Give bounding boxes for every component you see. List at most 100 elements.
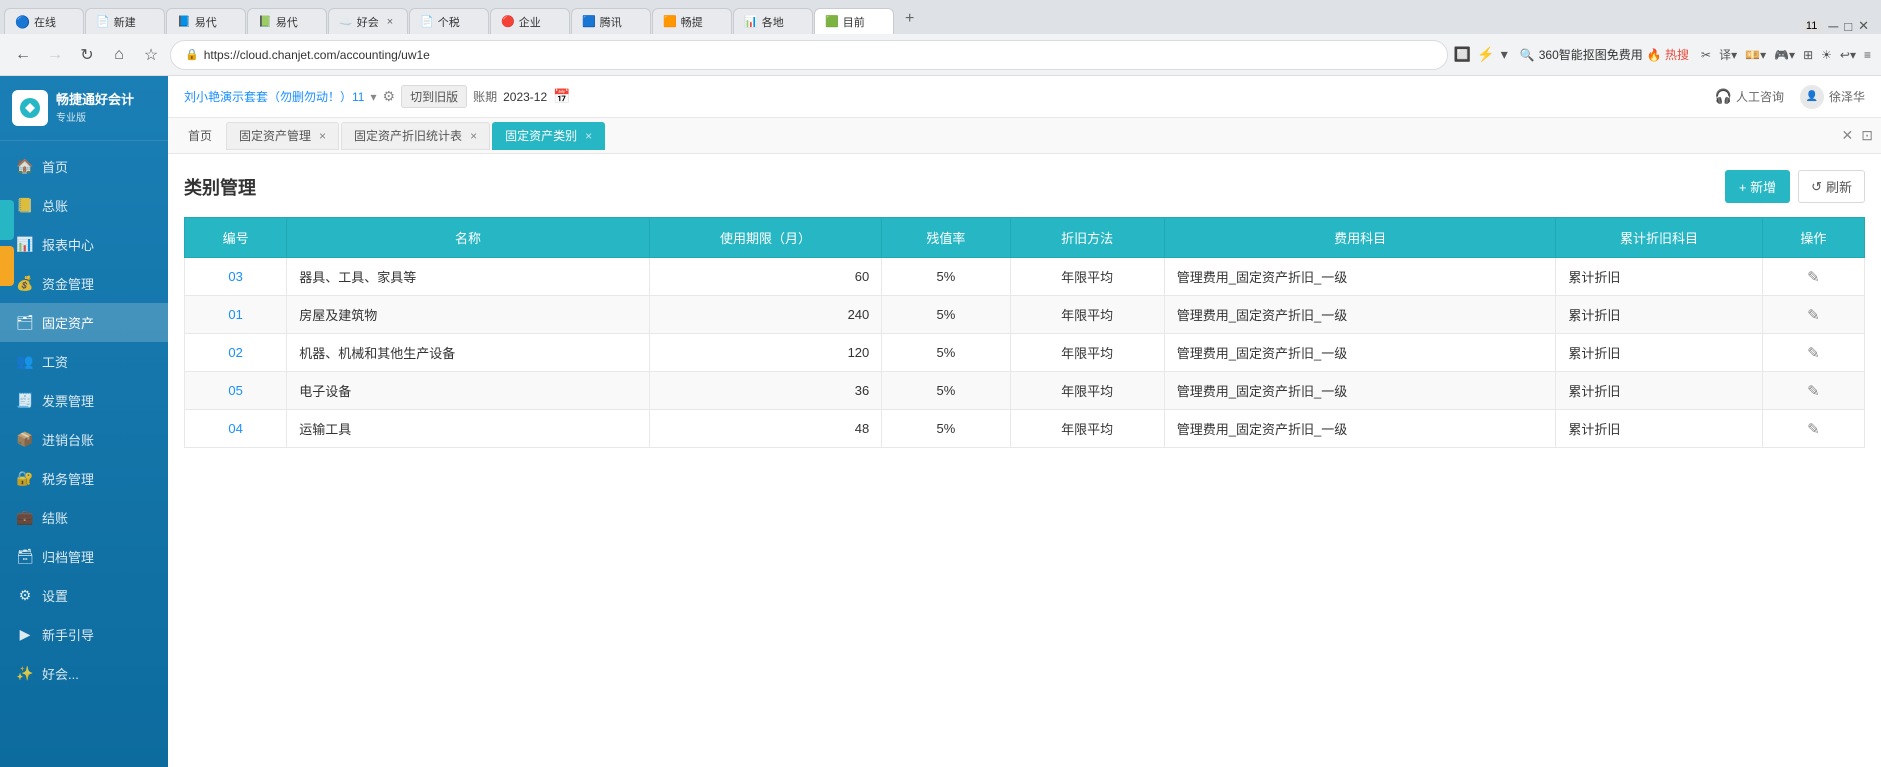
sidebar-item-payroll[interactable]: 👥 工资 — [0, 342, 168, 381]
category-table: 编号 名称 使用期限（月） 残值率 折旧方法 费用科目 累计折旧科目 操作 03… — [184, 217, 1865, 448]
cell-code[interactable]: 04 — [185, 410, 287, 448]
sidebar-item-tax[interactable]: 🔐 税务管理 — [0, 459, 168, 498]
cell-code[interactable]: 03 — [185, 258, 287, 296]
account-name[interactable]: 刘小艳演示套套（勿删勿动！）11 — [184, 88, 364, 105]
sidebar-item-ledger[interactable]: 📒 总账 — [0, 186, 168, 225]
cell-code[interactable]: 02 — [185, 334, 287, 372]
tax-icon: 🔐 — [16, 470, 34, 488]
browser-tab-6[interactable]: 📄 个税 — [409, 8, 489, 34]
cell-residual: 5% — [882, 372, 1010, 410]
col-name: 名称 — [287, 218, 650, 258]
edge-btn-1[interactable] — [0, 200, 14, 240]
tab-close-assets-mgmt[interactable]: × — [319, 129, 326, 143]
cell-code[interactable]: 01 — [185, 296, 287, 334]
extensions-icon[interactable]: ⚡ — [1477, 46, 1494, 63]
back-button[interactable]: ← — [10, 42, 36, 68]
url-bar[interactable]: 🔒 https://cloud.chanjet.com/accounting/u… — [170, 40, 1448, 70]
sun-icon[interactable]: ☀ — [1821, 48, 1832, 62]
sidebar-item-more[interactable]: ✨ 好会... — [0, 654, 168, 693]
undo-icon[interactable]: ↩▾ — [1840, 48, 1856, 62]
browser-tab-9[interactable]: 🟧 畅提 — [652, 8, 732, 34]
sidebar-item-reports[interactable]: 📊 报表中心 — [0, 225, 168, 264]
sidebar-item-inventory[interactable]: 📦 进销台账 — [0, 420, 168, 459]
game-icon[interactable]: 🎮▾ — [1774, 48, 1795, 62]
scissors-icon[interactable]: ✂ — [1701, 48, 1711, 62]
cell-method: 年限平均 — [1010, 372, 1164, 410]
lock-icon: 🔒 — [185, 48, 199, 61]
browser-menu-icon[interactable]: ≡ — [1864, 48, 1871, 62]
cell-action[interactable]: ✎ — [1762, 296, 1864, 334]
settings-btn[interactable]: ⚙ — [383, 88, 396, 105]
browser-tab-7[interactable]: 🔴 企业 — [490, 8, 570, 34]
sidebar-item-assets[interactable]: 🗂 固定资产 — [0, 303, 168, 342]
cell-residual: 5% — [882, 410, 1010, 448]
cell-expense: 管理费用_固定资产折旧_一级 — [1164, 334, 1556, 372]
sidebar-item-archive[interactable]: 🗃 归档管理 — [0, 537, 168, 576]
refresh-button[interactable]: ↺ 刷新 — [1798, 170, 1865, 203]
add-button[interactable]: + 新增 — [1725, 170, 1790, 203]
minimize-icon[interactable]: ─ — [1828, 18, 1838, 34]
sidebar-item-invoice[interactable]: 🧾 发票管理 — [0, 381, 168, 420]
sidebar-item-settings[interactable]: ⚙ 设置 — [0, 576, 168, 615]
edit-icon[interactable]: ✎ — [1807, 421, 1820, 438]
tab-close-assets-depr[interactable]: × — [470, 129, 477, 143]
forward-button[interactable]: → — [42, 42, 68, 68]
sidebar-item-home[interactable]: 🏠 首页 — [0, 147, 168, 186]
sidebar-item-guide[interactable]: ▶ 新手引导 — [0, 615, 168, 654]
sidebar-item-label: 资金管理 — [42, 274, 94, 293]
table-row: 01 房屋及建筑物 240 5% 年限平均 管理费用_固定资产折旧_一级 累计折… — [185, 296, 1865, 334]
wallet-icon[interactable]: 💴▾ — [1745, 48, 1766, 62]
switch-version-button[interactable]: 切到旧版 — [401, 85, 467, 108]
calendar-icon[interactable]: 📅 — [553, 88, 570, 105]
url-text: https://cloud.chanjet.com/accounting/uw1… — [204, 48, 430, 62]
maximize-icon[interactable]: □ — [1844, 19, 1852, 34]
dropdown-icon[interactable]: ▾ — [370, 90, 376, 104]
edit-icon[interactable]: ✎ — [1807, 345, 1820, 362]
user-menu[interactable]: 👤 徐泽华 — [1800, 85, 1865, 109]
browser-tab-3[interactable]: 📘 易代 — [166, 8, 246, 34]
new-tab-button[interactable]: + — [895, 10, 924, 28]
sidebar-item-label: 结账 — [42, 508, 68, 527]
site-info-icon[interactable]: 🔲 — [1454, 46, 1471, 63]
edit-icon[interactable]: ✎ — [1807, 269, 1820, 286]
browser-tab-1[interactable]: 🔵 在线 — [4, 8, 84, 34]
cell-action[interactable]: ✎ — [1762, 258, 1864, 296]
logo-text: 畅捷通好会计 专业版 — [56, 92, 134, 124]
browser-tab-4[interactable]: 📗 易代 — [247, 8, 327, 34]
tab-assets-depr[interactable]: 固定资产折旧统计表 × — [341, 122, 490, 150]
star-button[interactable]: ☆ — [138, 42, 164, 68]
tab-close-assets-cat[interactable]: × — [585, 129, 592, 143]
cell-action[interactable]: ✎ — [1762, 334, 1864, 372]
translate-icon[interactable]: 译▾ — [1719, 46, 1737, 63]
cell-action[interactable]: ✎ — [1762, 410, 1864, 448]
browser-tab-2[interactable]: 📄 新建 — [85, 8, 165, 34]
tab-expand-icon[interactable]: ⊡ — [1861, 127, 1873, 144]
table-row: 04 运输工具 48 5% 年限平均 管理费用_固定资产折旧_一级 累计折旧 ✎ — [185, 410, 1865, 448]
grid-icon[interactable]: ⊞ — [1803, 48, 1813, 62]
tab-close-right[interactable]: ✕ — [1842, 127, 1854, 144]
cell-accum: 累计折旧 — [1556, 334, 1762, 372]
edge-btn-2[interactable] — [0, 246, 14, 286]
window-close-icon[interactable]: ✕ — [1858, 18, 1869, 34]
browser-tab-8[interactable]: 🟦 腾讯 — [571, 8, 651, 34]
edit-icon[interactable]: ✎ — [1807, 307, 1820, 324]
reload-button[interactable]: ↻ — [74, 42, 100, 68]
edit-icon[interactable]: ✎ — [1807, 383, 1820, 400]
browser-tab-5[interactable]: ☁️ 好会 × — [328, 8, 408, 34]
sidebar-item-funds[interactable]: 💰 资金管理 — [0, 264, 168, 303]
tab-close-5[interactable]: × — [387, 16, 393, 28]
profile-icon[interactable]: ▾ — [1501, 46, 1508, 63]
table-header-row: 编号 名称 使用期限（月） 残值率 折旧方法 费用科目 累计折旧科目 操作 — [185, 218, 1865, 258]
cell-action[interactable]: ✎ — [1762, 372, 1864, 410]
cell-accum: 累计折旧 — [1556, 296, 1762, 334]
browser-tab-11[interactable]: 🟩 目前 — [814, 8, 894, 34]
tab-assets-mgmt[interactable]: 固定资产管理 × — [226, 122, 339, 150]
cell-code[interactable]: 05 — [185, 372, 287, 410]
browser-tab-10[interactable]: 📊 各地 — [733, 8, 813, 34]
sidebar-item-closing[interactable]: 💼 结账 — [0, 498, 168, 537]
consultant-btn[interactable]: 🎧 人工咨询 — [1715, 88, 1784, 105]
tab-home[interactable]: 首页 — [176, 122, 224, 150]
sidebar-item-label: 新手引导 — [42, 625, 94, 644]
home-nav-button[interactable]: ⌂ — [106, 42, 132, 68]
tab-assets-cat[interactable]: 固定资产类别 × — [492, 122, 605, 150]
